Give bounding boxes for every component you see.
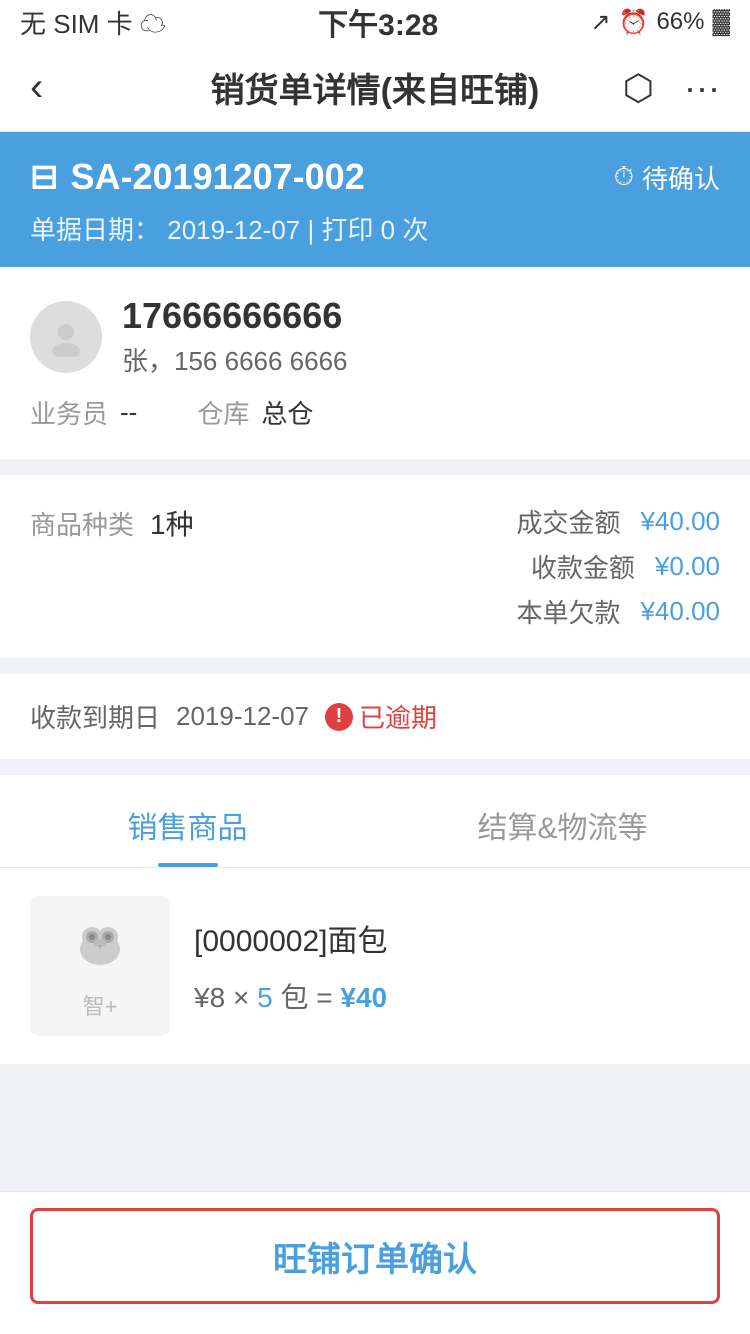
clock-icon: ⏱	[614, 161, 634, 193]
status-right: ↗ ⏰ 66% ▓	[590, 8, 730, 37]
due-date-section: 收款到期日 2019-12-07 ! 已逾期	[0, 674, 750, 759]
product-price: ¥8	[194, 982, 225, 1013]
product-info: [0000002]面包 ¥8 × 5 包 = ¥40	[194, 916, 720, 1016]
overdue-dot-icon: !	[325, 703, 353, 731]
warehouse-value: 总仓	[261, 394, 313, 431]
tabs-section: 销售商品 结算&物流等	[0, 775, 750, 868]
customer-section: 17666666666 张，156 6666 6666 业务员 -- 仓库 总仓	[0, 267, 750, 459]
overdue-text: 已逾期	[359, 698, 437, 735]
product-name-text: 面包	[327, 925, 387, 958]
amount-label: 成交金额	[516, 503, 620, 540]
order-id-text: SA-20191207-002	[71, 156, 365, 198]
status-time: 下午3:28	[318, 0, 438, 44]
product-type: 商品种类 1种	[30, 503, 194, 543]
confirm-order-button[interactable]: 旺铺订单确认	[30, 1208, 720, 1304]
back-button[interactable]: ‹	[30, 65, 90, 110]
product-price-row: ¥8 × 5 包 = ¥40	[194, 976, 720, 1016]
date-value: 2019-12-07	[167, 215, 300, 245]
tabs-row: 销售商品 结算&物流等	[0, 775, 750, 868]
battery-level: 66%	[656, 8, 704, 36]
salesman-item: 业务员 --	[30, 394, 137, 431]
confirm-button-label: 旺铺订单确认	[273, 1232, 477, 1281]
salesman-label: 业务员	[30, 394, 108, 431]
product-code: [0000002]	[194, 925, 327, 958]
debt-row: 本单欠款 ¥40.00	[516, 593, 720, 630]
product-thumb-text: 智+	[83, 989, 118, 1021]
order-header: ⊟ SA-20191207-002 ⏱ 待确认 单据日期： 2019-12-07…	[0, 132, 750, 267]
received-row: 收款金额 ¥0.00	[531, 548, 720, 585]
tab-settlement-label: 结算&物流等	[477, 812, 647, 845]
thumb-inner: 智+	[70, 911, 130, 1021]
location-icon: ↗	[590, 8, 610, 37]
product-list: 智+ [0000002]面包 ¥8 × 5 包 = ¥40	[0, 868, 750, 1065]
tab-settlement[interactable]: 结算&物流等	[375, 775, 750, 867]
alarm-icon: ⏰	[619, 8, 649, 37]
customer-phone: 17666666666	[122, 295, 348, 337]
received-value: ¥0.00	[655, 551, 720, 582]
amount-value: ¥40.00	[640, 506, 720, 537]
bottom-bar: 旺铺订单确认	[0, 1191, 750, 1334]
order-icon: ⊟	[30, 157, 59, 197]
sim-status: 无 SIM 卡 ☁	[20, 4, 166, 41]
type-label: 商品种类	[30, 505, 134, 542]
equals-sign: =	[316, 982, 340, 1013]
product-item: 智+ [0000002]面包 ¥8 × 5 包 = ¥40	[0, 868, 750, 1065]
tab-sales-products[interactable]: 销售商品	[0, 775, 375, 867]
product-unit: 包	[280, 982, 308, 1013]
nav-actions: ⬡ ···	[623, 67, 720, 109]
customer-meta: 业务员 -- 仓库 总仓	[30, 394, 720, 431]
page-title: 销货单详情(来自旺铺)	[211, 63, 540, 112]
date-label: 单据日期：	[30, 215, 160, 245]
product-thumbnail: 智+	[30, 896, 170, 1036]
customer-row: 17666666666 张，156 6666 6666	[30, 295, 720, 378]
product-name: [0000002]面包	[194, 916, 720, 960]
status-bar: 无 SIM 卡 ☁ 下午3:28 ↗ ⏰ 66% ▓	[0, 0, 750, 44]
multiply-sign: ×	[233, 982, 257, 1013]
status-left: 无 SIM 卡 ☁	[20, 4, 166, 41]
warehouse-item: 仓库 总仓	[197, 394, 313, 431]
more-icon[interactable]: ···	[684, 67, 720, 109]
summary-row: 商品种类 1种 成交金额 ¥40.00 收款金额 ¥0.00 本单欠款 ¥40.…	[30, 503, 720, 630]
product-total: ¥40	[340, 982, 387, 1013]
order-status: ⏱ 待确认	[614, 159, 720, 196]
battery-icon: ▓	[713, 8, 731, 36]
overdue-badge: ! 已逾期	[325, 698, 437, 735]
customer-name: 张，156 6666 6666	[122, 341, 348, 378]
status-text: 待确认	[642, 159, 720, 196]
product-owl-icon	[70, 911, 130, 983]
salesman-value: --	[120, 397, 137, 428]
due-date-value: 2019-12-07	[176, 701, 309, 732]
due-label: 收款到期日	[30, 698, 160, 735]
order-id: ⊟ SA-20191207-002	[30, 156, 365, 198]
debt-label: 本单欠款	[516, 593, 620, 630]
warehouse-label: 仓库	[197, 394, 249, 431]
received-label: 收款金额	[531, 548, 635, 585]
print-info: | 打印 0 次	[307, 215, 428, 245]
order-id-row: ⊟ SA-20191207-002 ⏱ 待确认	[30, 156, 720, 198]
summary-section: 商品种类 1种 成交金额 ¥40.00 收款金额 ¥0.00 本单欠款 ¥40.…	[0, 475, 750, 658]
customer-details: 17666666666 张，156 6666 6666	[122, 295, 348, 378]
product-qty: 5	[257, 982, 273, 1013]
avatar	[30, 301, 102, 373]
amounts: 成交金额 ¥40.00 收款金额 ¥0.00 本单欠款 ¥40.00	[516, 503, 720, 630]
debt-value: ¥40.00	[640, 596, 720, 627]
order-date: 单据日期： 2019-12-07 | 打印 0 次	[30, 210, 720, 247]
type-count: 1种	[150, 503, 194, 543]
amount-row: 成交金额 ¥40.00	[516, 503, 720, 540]
tab-sales-label: 销售商品	[128, 812, 248, 845]
share-icon[interactable]: ⬡	[623, 67, 654, 109]
nav-bar: ‹ 销货单详情(来自旺铺) ⬡ ···	[0, 44, 750, 132]
